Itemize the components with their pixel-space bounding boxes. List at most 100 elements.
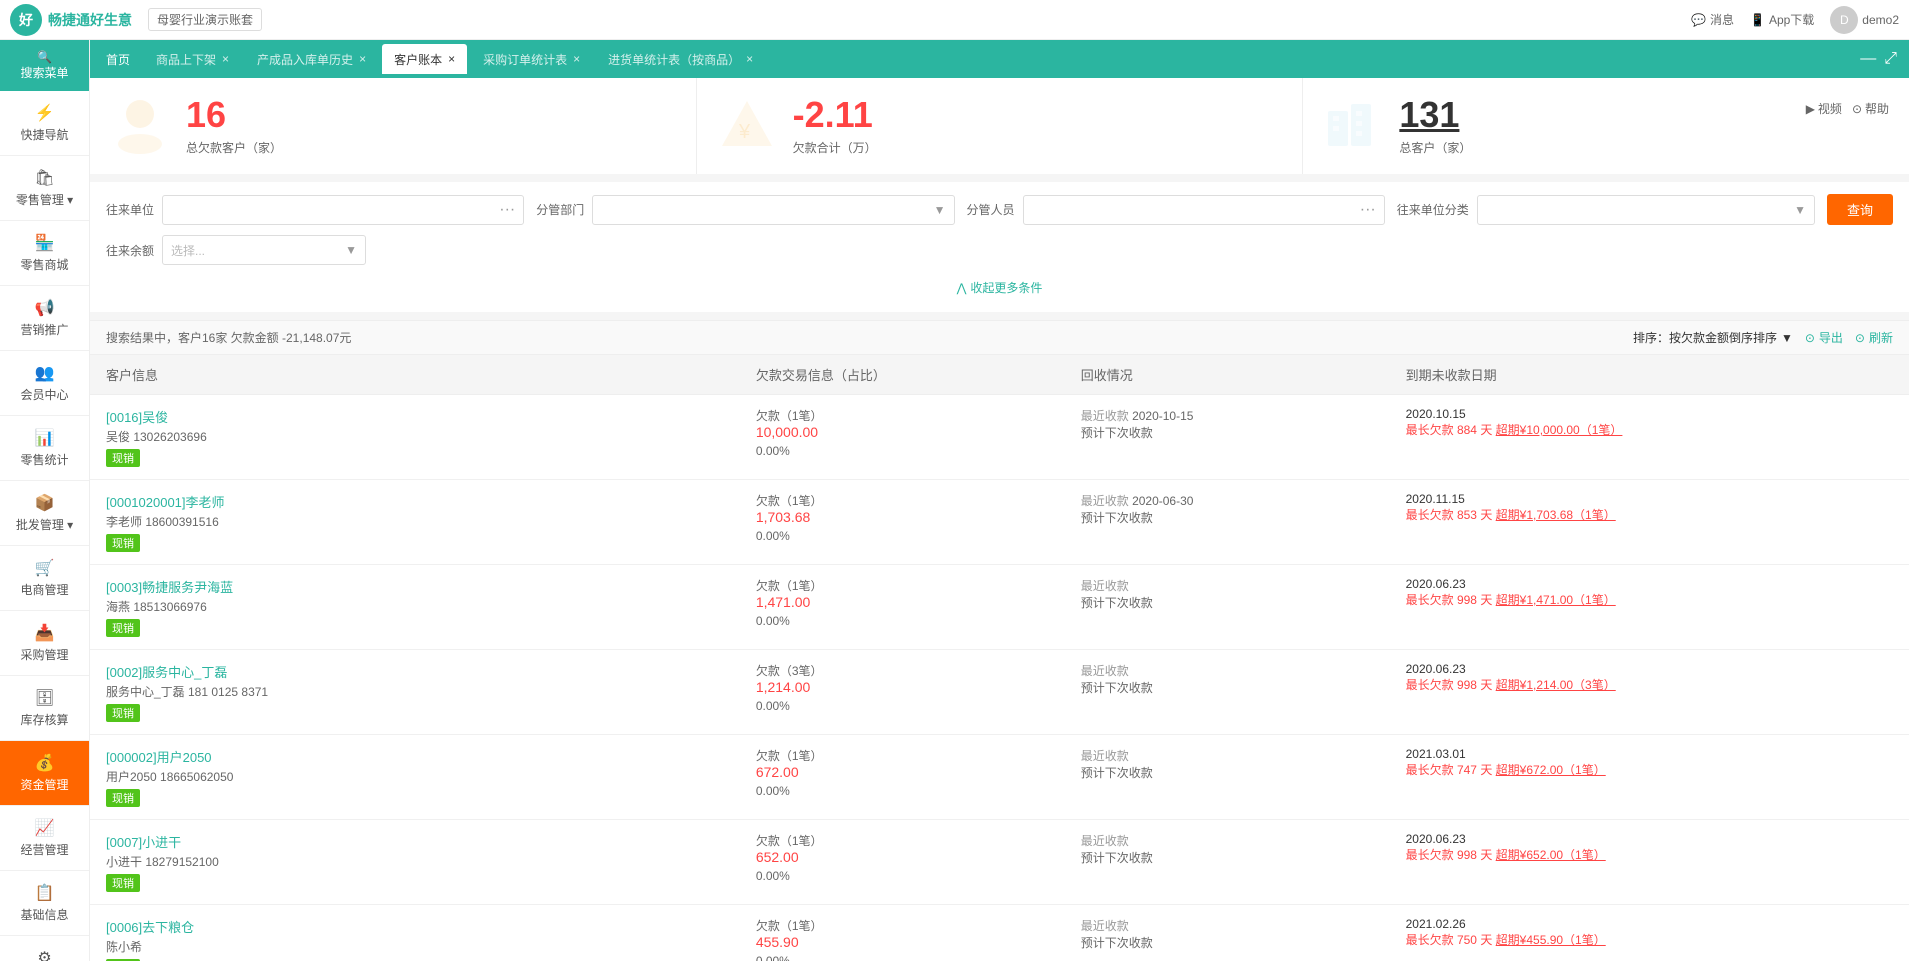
sidebar-search[interactable]: 🔍 搜索菜单 xyxy=(0,40,89,91)
sidebar-item-quick-nav[interactable]: ⚡ 快捷导航 xyxy=(0,91,89,156)
retail-mall-label: 零售商城 xyxy=(20,258,68,272)
sidebar-item-operations[interactable]: 📈 经营管理 xyxy=(0,806,89,871)
help-icon: ⊙ xyxy=(1852,102,1862,116)
sidebar-item-system[interactable]: ⚙ 系统管理 xyxy=(0,936,89,961)
overdue-date: 2021.03.01 xyxy=(1406,747,1893,761)
tab-purchase-order[interactable]: 采购订单统计表 × xyxy=(471,44,592,74)
company-name[interactable]: 母婴行业演示账套 xyxy=(148,8,262,31)
overdue-link[interactable]: 超期¥1,214.00（3笔） xyxy=(1496,678,1616,692)
overdue-date: 2020.06.23 xyxy=(1406,662,1893,676)
next-collect: 预计下次收款 xyxy=(1081,594,1406,611)
customer-name-link[interactable]: [0007]小进干 xyxy=(106,832,756,851)
last-collect: 最近收款 2020-10-15 xyxy=(1081,407,1406,424)
debt-cell: 欠款（1笔） 672.00 0.00% xyxy=(756,747,1081,798)
retail-stats-label: 零售统计 xyxy=(20,453,68,467)
sort-select[interactable]: 排序：按欠款金额倒序排序 ▼ xyxy=(1633,329,1793,346)
next-collect: 预计下次收款 xyxy=(1081,424,1406,441)
stat-customers-number: 131 xyxy=(1399,97,1789,133)
ecommerce-label: 电商管理 xyxy=(20,583,68,597)
customer-name-link[interactable]: [0016]吴俊 xyxy=(106,407,756,426)
refresh-btn[interactable]: ⊙ 刷新 xyxy=(1855,329,1893,346)
export-btn[interactable]: ⊙ 导出 xyxy=(1805,329,1843,346)
user-area[interactable]: D demo2 xyxy=(1830,6,1899,34)
tab-import-stats-close[interactable]: × xyxy=(746,52,753,66)
sidebar-item-basic-info[interactable]: 📋 基础信息 xyxy=(0,871,89,936)
balance-select[interactable]: 选择... ▼ xyxy=(162,235,366,265)
result-actions: 排序：按欠款金额倒序排序 ▼ ⊙ 导出 ⊙ 刷新 xyxy=(1633,329,1893,346)
overdue-days: 最长欠款 998 天 xyxy=(1406,678,1493,692)
dept-chevron-icon: ▼ xyxy=(934,203,946,217)
tab-import-stats[interactable]: 进货单统计表（按商品） × xyxy=(596,44,765,74)
sidebar-item-capital[interactable]: 💰 资金管理 xyxy=(0,741,89,806)
overdue-date: 2020.10.15 xyxy=(1406,407,1893,421)
debt-label: 欠款（1笔） xyxy=(756,492,1081,509)
collapse-btn[interactable]: ⋀ 收起更多条件 xyxy=(957,279,1043,296)
video-btn[interactable]: ▶ 视频 xyxy=(1806,100,1842,117)
debt-amount: 1,703.68 xyxy=(756,509,1081,525)
table-header: 客户信息 欠款交易信息（占比） 回收情况 到期未收款日期 xyxy=(90,355,1909,395)
tab-products-off[interactable]: 商品上下架 × xyxy=(144,44,241,74)
customer-tag: 现销 xyxy=(106,449,140,467)
dept-select[interactable]: ▼ xyxy=(592,195,954,225)
search-button[interactable]: 查询 xyxy=(1827,194,1893,225)
tab-production-history[interactable]: 产成品入库单历史 × xyxy=(245,44,378,74)
debt-amount: 672.00 xyxy=(756,764,1081,780)
customer-cell: [0003]畅捷服务尹海蓝 海燕 18513066976 现销 xyxy=(106,577,756,637)
stat-debt-info: -2.11 欠款合计（万） xyxy=(793,97,1283,156)
overdue-cell: 2020.06.23 最长欠款 998 天 超期¥652.00（1笔） xyxy=(1406,832,1893,863)
inventory-label: 库存核算 xyxy=(20,713,68,727)
sidebar-item-retail-mall[interactable]: 🏪 零售商城 xyxy=(0,221,89,286)
customer-name-link[interactable]: [000002]用户2050 xyxy=(106,747,756,766)
debt-label: 欠款（3笔） xyxy=(756,662,1081,679)
customer-name-link[interactable]: [0001020001]李老师 xyxy=(106,492,756,511)
tab-maximize-icon[interactable]: ⤢ xyxy=(1884,50,1897,68)
customer-name-link[interactable]: [0003]畅捷服务尹海蓝 xyxy=(106,577,756,596)
tab-customer-account-close[interactable]: × xyxy=(448,52,455,66)
debt-amount: 455.90 xyxy=(756,934,1081,950)
customer-name-link[interactable]: [0002]服务中心_丁磊 xyxy=(106,662,756,681)
overdue-days-row: 最长欠款 998 天 超期¥652.00（1笔） xyxy=(1406,846,1893,863)
sidebar-item-marketing[interactable]: 📢 营销推广 xyxy=(0,286,89,351)
sidebar-item-inventory[interactable]: 🗄 库存核算 xyxy=(0,676,89,741)
sidebar-item-member[interactable]: 👥 会员中心 xyxy=(0,351,89,416)
person-input[interactable]: ··· xyxy=(1023,195,1385,225)
sidebar-item-retail-stats[interactable]: 📊 零售统计 xyxy=(0,416,89,481)
tab-products-off-close[interactable]: × xyxy=(222,52,229,66)
from-unit-input[interactable]: ··· xyxy=(162,195,524,225)
debt-amount: 652.00 xyxy=(756,849,1081,865)
sidebar-item-ecommerce[interactable]: 🛒 电商管理 xyxy=(0,546,89,611)
collapse-row: ⋀ 收起更多条件 xyxy=(106,275,1893,300)
overdue-link[interactable]: 超期¥1,703.68（1笔） xyxy=(1496,508,1616,522)
overdue-link[interactable]: 超期¥652.00（1笔） xyxy=(1496,848,1606,862)
app-download-btn[interactable]: 📱 App下载 xyxy=(1750,11,1814,28)
tab-home[interactable]: 首页 xyxy=(94,44,142,74)
tab-customer-account[interactable]: 客户账本 × xyxy=(382,44,467,74)
overdue-link[interactable]: 超期¥10,000.00（1笔） xyxy=(1496,423,1623,437)
sidebar-item-batch-mgmt[interactable]: 📦 批发管理 ▾ xyxy=(0,481,89,546)
customer-name-link[interactable]: [0006]去下粮仓 xyxy=(106,917,756,936)
person-dots: ··· xyxy=(1360,201,1376,219)
sidebar-item-purchase[interactable]: 📥 采购管理 xyxy=(0,611,89,676)
member-icon: 👥 xyxy=(0,363,89,383)
next-collect: 预计下次收款 xyxy=(1081,934,1406,951)
tab-minimize-icon[interactable]: — xyxy=(1860,50,1876,68)
tab-production-history-close[interactable]: × xyxy=(359,52,366,66)
tab-purchase-order-close[interactable]: × xyxy=(573,52,580,66)
debt-cell: 欠款（1笔） 10,000.00 0.00% xyxy=(756,407,1081,458)
sidebar-item-retail-mgmt[interactable]: 🛍 零售管理 ▾ xyxy=(0,156,89,221)
overdue-link[interactable]: 超期¥1,471.00（1笔） xyxy=(1496,593,1616,607)
unit-type-select[interactable]: ▼ xyxy=(1477,195,1815,225)
overdue-link[interactable]: 超期¥455.90（1笔） xyxy=(1496,933,1606,947)
stat-card-total-debt: ¥ -2.11 欠款合计（万） xyxy=(697,78,1304,174)
message-btn[interactable]: 💬 消息 xyxy=(1691,11,1734,28)
overdue-days: 最长欠款 884 天 xyxy=(1406,423,1493,437)
collection-cell: 最近收款 2020-06-30 预计下次收款 xyxy=(1081,492,1406,526)
table-row: [0001020001]李老师 李老师 18600391516 现销 欠款（1笔… xyxy=(90,480,1909,565)
stats-section: 16 总欠款客户（家） ¥ -2.11 欠款合计（万） xyxy=(90,78,1909,174)
next-collect: 预计下次收款 xyxy=(1081,764,1406,781)
filter-section: 往来单位 ··· 分管部门 ▼ 分管人员 xyxy=(90,182,1909,312)
overdue-link[interactable]: 超期¥672.00（1笔） xyxy=(1496,763,1606,777)
batch-mgmt-label: 批发管理 ▾ xyxy=(16,518,73,532)
filter-row-1: 往来单位 ··· 分管部门 ▼ 分管人员 xyxy=(106,194,1893,225)
help-btn[interactable]: ⊙ 帮助 xyxy=(1852,100,1889,117)
